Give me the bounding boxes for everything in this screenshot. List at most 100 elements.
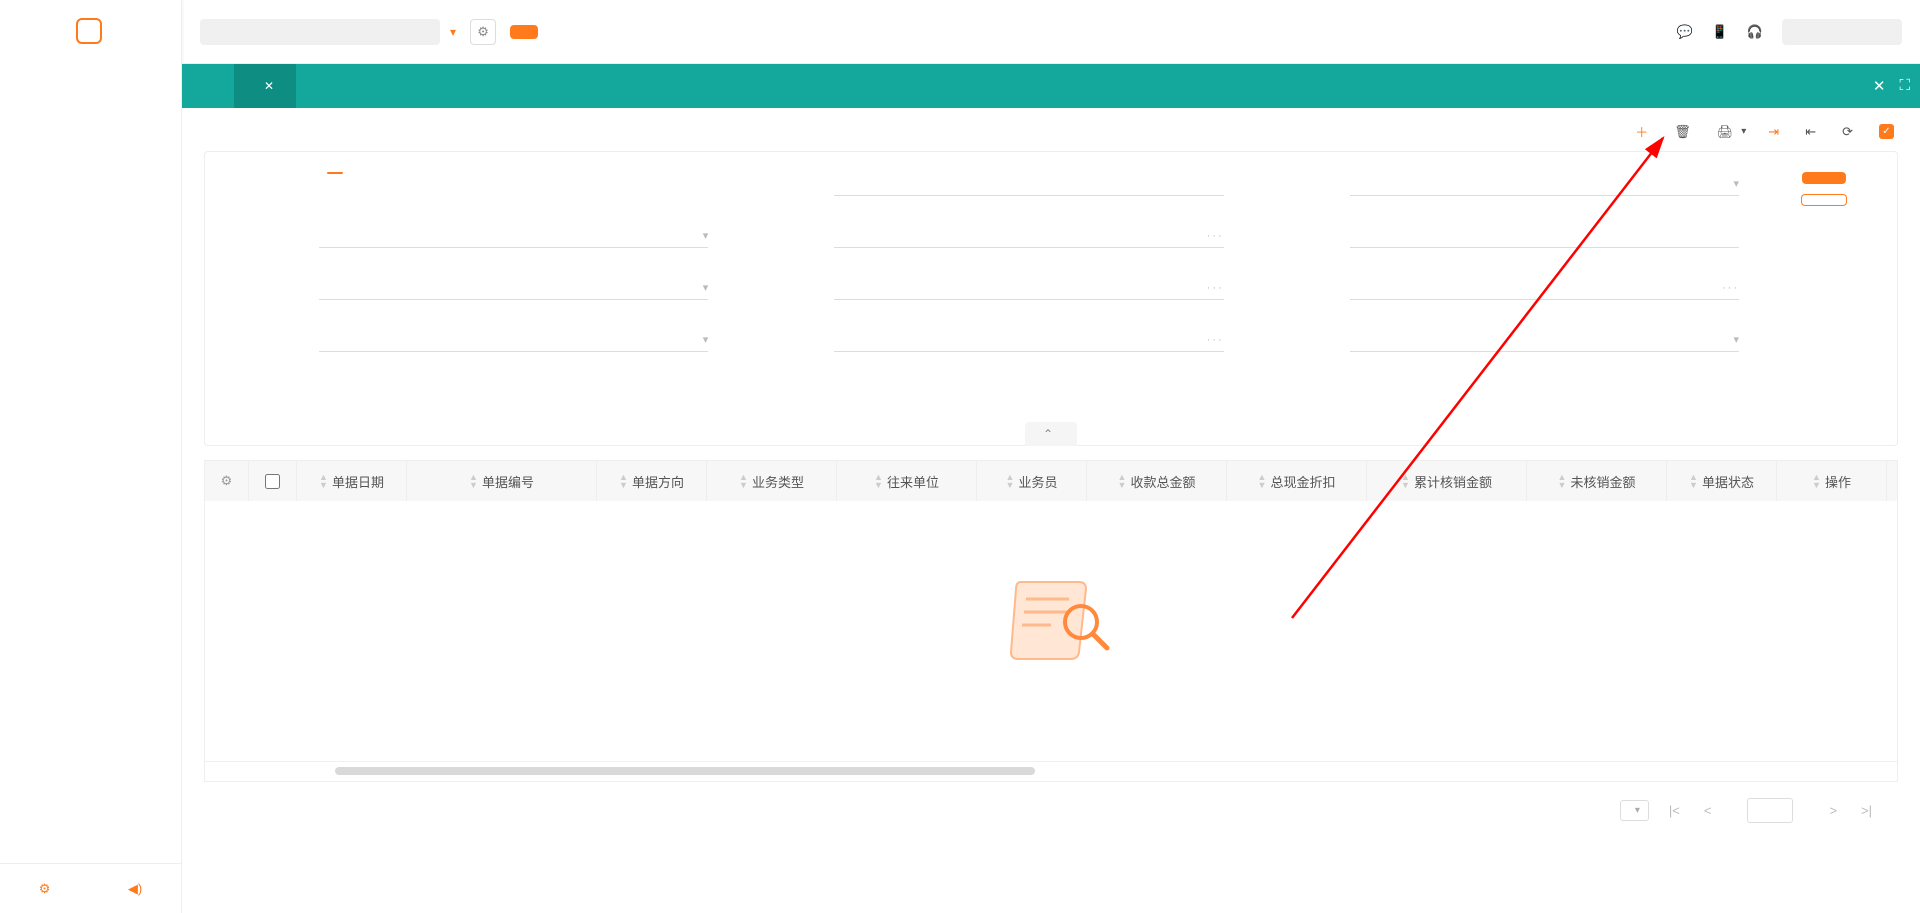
checkbox-checked-icon: ✓ [1879,124,1894,139]
filter-label [1264,328,1350,330]
collapse-sidebar-icon[interactable]: ◀) [128,881,142,897]
scrollbar-thumb[interactable] [335,767,1035,775]
main-area: ▾ ⚙ 💬 📱 🎧 ✕ [182,0,1920,913]
page-actions: ＋ 🗑 🖨▾ ⇥ ⇤ ⟳ ✓ [1635,122,1898,141]
biz-type-select[interactable]: ▾ [319,224,708,248]
sidebar-nav [0,64,181,863]
refresh-icon: ⟳ [1842,124,1853,140]
table-col-11[interactable]: ▲▼操作 [1777,461,1887,501]
table-col-2[interactable]: ▲▼单据方向 [597,461,707,501]
table-col-4[interactable]: ▲▼往来单位 [837,461,977,501]
messages-link[interactable]: 💬 [1676,24,1697,40]
select-all-checkbox[interactable] [249,461,297,501]
table-col-1[interactable]: ▲▼单据编号 [407,461,597,501]
col-label: 单据方向 [632,472,684,491]
gear-icon: ⚙ [221,473,233,489]
prev-page-button[interactable]: < [1700,803,1716,818]
fullscreen-icon[interactable]: ⛶ [1899,77,1910,95]
chevron-down-icon: ▾ [1733,333,1739,346]
per-page-select[interactable]: ▾ [1620,800,1649,821]
table-col-7[interactable]: ▲▼总现金折扣 [1227,461,1367,501]
doc-dir-select[interactable]: ▾ [1350,172,1739,196]
delete-button[interactable]: 🗑 [1674,124,1695,140]
filter-label [1264,172,1350,174]
first-page-button[interactable]: |< [1665,803,1684,818]
filter-label [748,172,834,174]
workspace: ＋ 🗑 🖨▾ ⇥ ⇤ ⟳ ✓ [182,108,1920,913]
filter-label [1264,276,1350,278]
verify-status-lookup[interactable]: ··· [834,276,1223,300]
refresh-button[interactable]: ⟳ [1842,124,1857,140]
import-button[interactable]: ⇥ [1768,124,1783,140]
doc-status-select[interactable]: ▾ [319,276,708,300]
filter-panel: ▾ ▾ ··· [204,151,1898,446]
support-link[interactable]: 🎧 [1747,24,1768,40]
topbar-settings-button[interactable]: ⚙ [470,19,496,45]
close-icon[interactable]: ✕ [264,79,274,93]
chevron-down-icon: ▾ [450,25,456,39]
last-page-button[interactable]: >| [1857,803,1876,818]
filter-label [748,276,834,278]
filter-amount-head [748,380,1223,404]
tab-current[interactable]: ✕ [234,64,296,108]
filter-label [748,328,834,330]
col-label: 操作 [1825,472,1851,491]
filter-label [233,328,319,330]
filter-label [1264,224,1350,226]
chevron-down-icon: ▾ [1741,126,1746,137]
tab-close-all-icon[interactable]: ✕ [1873,77,1886,95]
col-label: 往来单位 [887,472,939,491]
dept-select[interactable]: ▾ [319,328,708,352]
account-lookup[interactable]: ··· [1350,276,1739,300]
org-selector[interactable]: ▾ [200,19,456,45]
sort-icon: ▲▼ [619,473,628,489]
page-header: ＋ 🗑 🖨▾ ⇥ ⇤ ⟳ ✓ [204,122,1898,141]
partner-lookup[interactable]: ··· [834,224,1223,248]
filter-action-buttons [1779,172,1869,248]
filter-dept: ▾ [233,328,708,352]
table-col-6[interactable]: ▲▼收款总金额 [1087,461,1227,501]
settings-icon[interactable]: ⚙ [39,881,51,897]
table-col-0[interactable]: ▲▼单据日期 [297,461,407,501]
remark-input[interactable] [1350,224,1739,248]
table-col-8[interactable]: ▲▼累计核销金额 [1367,461,1527,501]
print-button[interactable]: 🖨▾ [1717,124,1747,140]
horizontal-scrollbar[interactable] [205,761,1897,781]
promo-button[interactable] [510,25,538,39]
page-input[interactable] [1747,798,1793,823]
filter-settings-button[interactable] [1801,194,1847,206]
sort-icon: ▲▼ [739,473,748,489]
search-button[interactable] [1802,172,1846,184]
chevron-down-icon: ▾ [703,333,709,346]
import-icon: ⇥ [1768,124,1779,140]
table-col-9[interactable]: ▲▼未核销金额 [1527,461,1667,501]
date-today[interactable] [327,172,343,174]
maker-select[interactable]: ▾ [1350,328,1739,352]
table-settings-button[interactable]: ⚙ [205,461,249,501]
show-detail-toggle[interactable]: ✓ [1879,124,1898,139]
col-label: 业务员 [1018,472,1057,491]
doc-no-input[interactable] [834,172,1223,196]
filter-label [233,276,319,278]
tab-home[interactable] [190,64,234,108]
sort-icon: ▲▼ [1258,473,1267,489]
clerk-lookup[interactable]: ··· [834,328,1223,352]
remark2-input[interactable] [319,380,708,404]
col-label: 单据状态 [1702,472,1754,491]
next-page-button[interactable]: > [1825,803,1841,818]
user-avatar-placeholder[interactable] [1782,19,1902,45]
amount-head-input[interactable] [834,380,1223,404]
collapse-filters-button[interactable]: ⌃ [1025,422,1077,446]
app-download-link[interactable]: 📱 [1712,24,1733,40]
sort-icon: ▲▼ [1006,473,1015,489]
chevron-down-icon: ▾ [703,229,709,242]
table-col-10[interactable]: ▲▼单据状态 [1667,461,1777,501]
double-chevron-up-icon: ⌃ [1043,427,1053,441]
export-button[interactable]: ⇤ [1805,124,1820,140]
mobile-icon: 📱 [1712,24,1728,40]
table-col-5[interactable]: ▲▼业务员 [977,461,1087,501]
table-col-3[interactable]: ▲▼业务类型 [707,461,837,501]
add-button[interactable]: ＋ [1635,122,1652,141]
col-label: 业务类型 [752,472,804,491]
chevron-down-icon: ▾ [1733,177,1739,190]
